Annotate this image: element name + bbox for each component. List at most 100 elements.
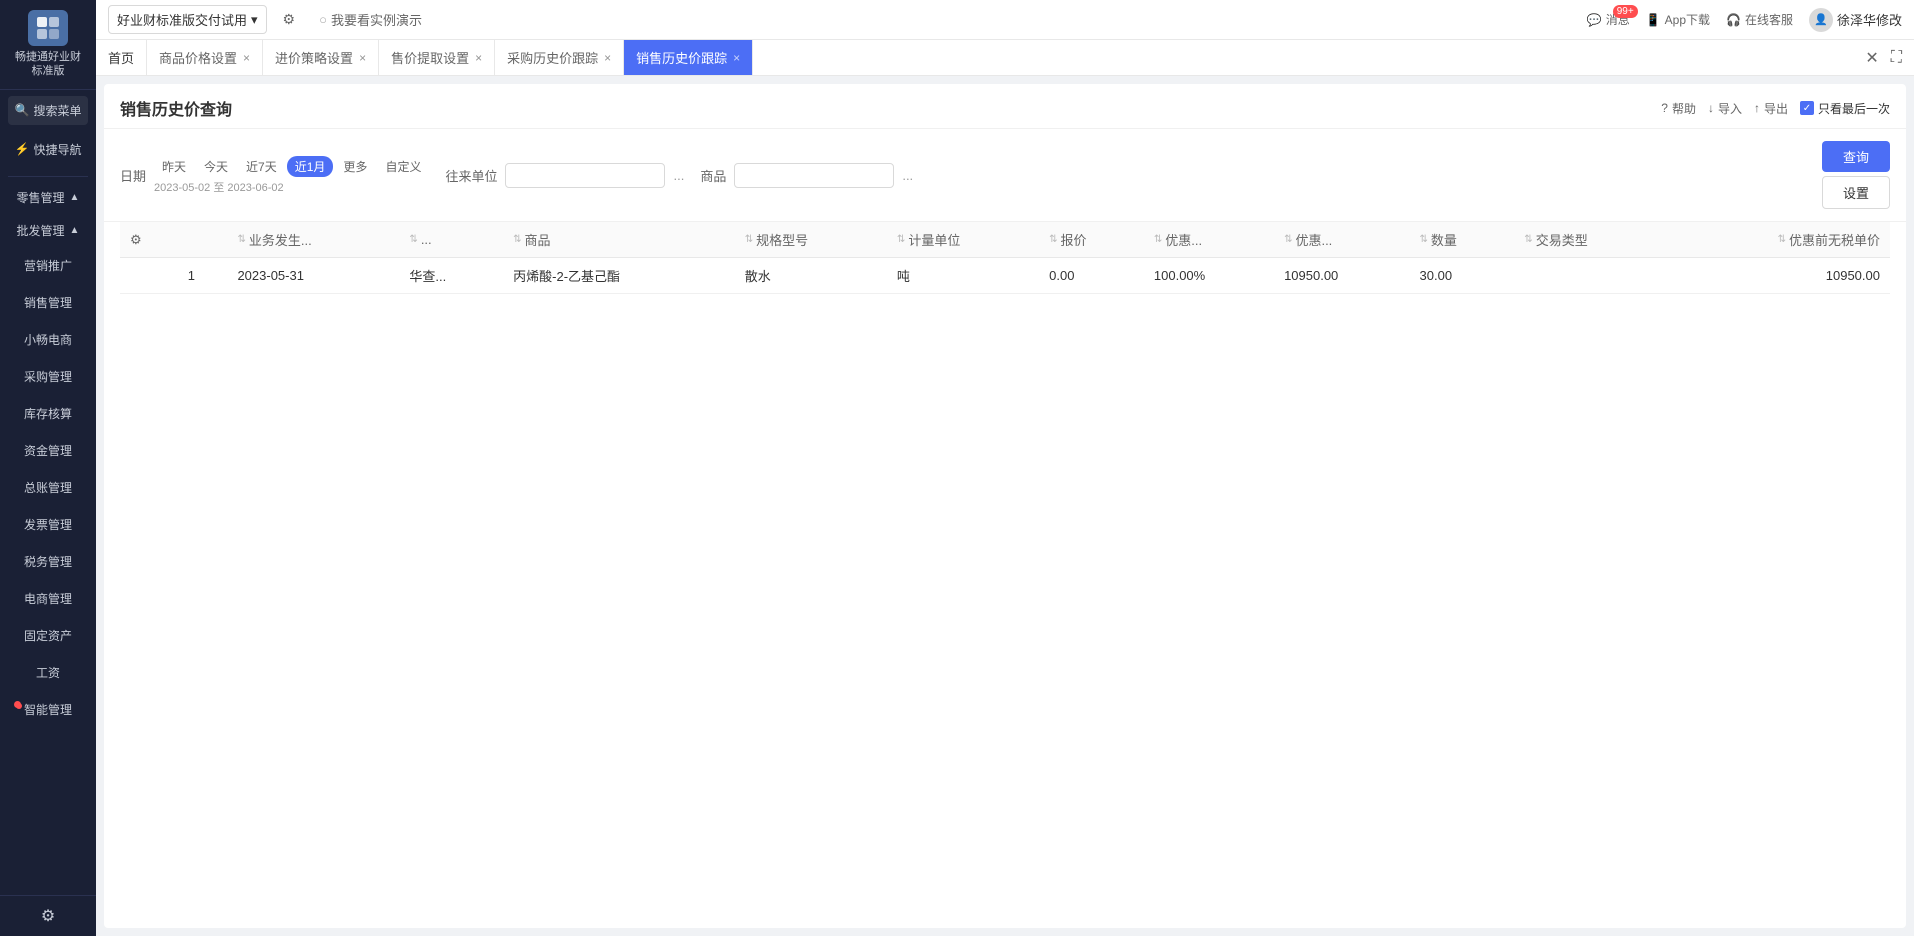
th-business-date[interactable]: ⇅ 业务发生... (227, 222, 399, 258)
sidebar-gear-button[interactable]: ⚙ (0, 896, 96, 936)
sidebar-item-payroll-label: 工资 (36, 664, 60, 681)
th-transaction-type[interactable]: ⇅ 交易类型 (1514, 222, 1666, 258)
sidebar-item-invoice[interactable]: 发票管理 (0, 506, 96, 543)
import-link[interactable]: ↓ 导入 (1708, 100, 1742, 117)
tab-sales-history-close[interactable]: × (733, 51, 740, 65)
tab-purchase-strategy-close[interactable]: × (359, 51, 366, 65)
sidebar-items-container: 零售管理 ▲ 批发管理 ▲ 营销推广 销售管理 小畅电商 采购管理 库存核算 资… (0, 181, 96, 895)
supplier-input[interactable] (505, 163, 665, 188)
sort-icon-price: ⇅ (1049, 234, 1057, 245)
sidebar-item-ecommerce-small[interactable]: 小畅电商 (0, 321, 96, 358)
filter-action-buttons: 查询 设置 (1822, 141, 1890, 209)
sidebar-item-smart[interactable]: 智能管理 (0, 691, 96, 728)
sidebar-item-marketing[interactable]: 营销推广 (0, 247, 96, 284)
sidebar-item-tax[interactable]: 税务管理 (0, 543, 96, 580)
help-link[interactable]: ? 帮助 (1661, 100, 1696, 117)
table-header: ⚙ ⇅ 业务发生... ⇅ ... (120, 222, 1890, 258)
th-col3[interactable]: ⇅ ... (399, 222, 503, 258)
wholesale-expand-icon: ▲ (70, 225, 80, 236)
th-gear[interactable]: ⚙ (120, 222, 178, 258)
tab-purchase-history[interactable]: 采购历史价跟踪 × (495, 40, 624, 76)
sidebar-item-payroll[interactable]: 工资 (0, 654, 96, 691)
sort-icon-product: ⇅ (513, 234, 521, 245)
sidebar-logo[interactable]: 畅捷通好业财 标准版 (0, 0, 96, 90)
th-spec[interactable]: ⇅ 规格型号 (735, 222, 887, 258)
retail-expand-icon: ▲ (70, 192, 80, 203)
search-menu-button[interactable]: 🔍 搜索菜单 (8, 96, 88, 125)
date-btn-custom[interactable]: 自定义 (377, 156, 429, 177)
tab-purchase-strategy[interactable]: 进价策略设置 × (263, 40, 379, 76)
topbar-demo-button[interactable]: ○ 我要看实例演示 (319, 10, 422, 29)
page-actions: ? 帮助 ↓ 导入 ↑ 导出 ✓ 只看最后一次 (1661, 100, 1890, 117)
user-avatar: 👤 (1809, 8, 1833, 32)
quick-nav-button[interactable]: ⚡ 快捷导航 (8, 133, 88, 166)
td-pretax-price: 10950.00 (1667, 258, 1891, 294)
td-price: 0.00 (1039, 258, 1144, 294)
sidebar-search-section: 🔍 搜索菜单 (0, 90, 96, 131)
date-btn-more[interactable]: 更多 (335, 156, 375, 177)
topbar-version-dropdown[interactable]: 好业财标准版交付试用 ▾ (108, 5, 267, 34)
sidebar-item-inventory[interactable]: 库存核算 (0, 395, 96, 432)
sidebar-item-general-ledger[interactable]: 总账管理 (0, 469, 96, 506)
sidebar-item-smart-label: 智能管理 (24, 701, 72, 718)
sidebar-item-sales[interactable]: 销售管理 (0, 284, 96, 321)
th-col3-label: ... (421, 232, 432, 247)
sidebar-item-finance[interactable]: 资金管理 (0, 432, 96, 469)
tab-price-settings-close[interactable]: × (243, 51, 250, 65)
checkbox-icon: ✓ (1800, 101, 1814, 115)
tab-price-extract[interactable]: 售价提取设置 × (379, 40, 495, 76)
sidebar-item-purchase-label: 采购管理 (24, 368, 72, 385)
sort-icon-quantity: ⇅ (1420, 234, 1428, 245)
sidebar-item-fixed-assets[interactable]: 固定资产 (0, 617, 96, 654)
tab-close-window-button[interactable]: ✕ (1861, 46, 1882, 70)
date-filter-label: 日期 (120, 166, 146, 185)
tab-purchase-history-close[interactable]: × (604, 51, 611, 65)
tab-sales-history[interactable]: 销售历史价跟踪 × (624, 40, 753, 76)
th-discount-rate[interactable]: ⇅ 优惠... (1144, 222, 1274, 258)
sidebar-item-retail[interactable]: 零售管理 ▲ (0, 181, 96, 214)
username-label: 徐泽华修改 (1837, 10, 1902, 29)
th-spec-label: 规格型号 (756, 230, 808, 249)
th-product[interactable]: ⇅ 商品 (503, 222, 735, 258)
product-dots-button[interactable]: ... (902, 168, 913, 183)
th-pretax-price[interactable]: ⇅ 优惠前无税单价 (1667, 222, 1891, 258)
sidebar-item-ecommerce[interactable]: 电商管理 (0, 580, 96, 617)
query-button[interactable]: 查询 (1822, 141, 1890, 172)
logo-icon (28, 10, 68, 46)
page-content: 销售历史价查询 ? 帮助 ↓ 导入 ↑ 导出 ✓ 只 (104, 84, 1906, 928)
tab-home[interactable]: 首页 (96, 40, 147, 76)
date-btn-last1month[interactable]: 近1月 (287, 156, 334, 177)
th-product-label: 商品 (525, 230, 551, 249)
supplier-dots-button[interactable]: ... (673, 168, 684, 183)
user-profile-button[interactable]: 👤 徐泽华修改 (1809, 8, 1902, 32)
date-btn-yesterday[interactable]: 昨天 (154, 156, 194, 177)
topbar-gear-button[interactable]: ⚙ (275, 7, 304, 32)
tab-price-settings[interactable]: 商品价格设置 × (147, 40, 263, 76)
th-transaction-type-label: 交易类型 (1536, 230, 1588, 249)
product-input[interactable] (734, 163, 894, 188)
sidebar-item-purchase[interactable]: 采购管理 (0, 358, 96, 395)
td-row-checkbox[interactable] (120, 258, 178, 294)
tab-expand-button[interactable]: ⛶ (1887, 47, 1906, 69)
topbar-dropdown-arrow: ▾ (251, 12, 258, 28)
sidebar-item-wholesale[interactable]: 批发管理 ▲ (0, 214, 96, 247)
tab-price-extract-close[interactable]: × (475, 51, 482, 65)
th-pretax-price-label: 优惠前无税单价 (1789, 230, 1880, 249)
th-discount-amount[interactable]: ⇅ 优惠... (1274, 222, 1409, 258)
th-quantity[interactable]: ⇅ 数量 (1410, 222, 1515, 258)
message-button[interactable]: 💬 消息 99+ (1587, 11, 1630, 28)
online-service-button[interactable]: 🎧 在线客服 (1726, 11, 1793, 28)
only-last-checkbox[interactable]: ✓ 只看最后一次 (1800, 100, 1890, 117)
date-btn-last7[interactable]: 近7天 (238, 156, 285, 177)
supplier-filter-group: 往来单位 ... (445, 163, 684, 188)
app-download-button[interactable]: 📱 App下载 (1646, 11, 1710, 28)
export-link[interactable]: ↑ 导出 (1754, 100, 1788, 117)
date-btn-today[interactable]: 今天 (196, 156, 236, 177)
th-index (178, 222, 228, 258)
th-price[interactable]: ⇅ 报价 (1039, 222, 1144, 258)
th-quantity-label: 数量 (1431, 230, 1457, 249)
filter-settings-button[interactable]: 设置 (1822, 176, 1890, 209)
topbar-demo-label: 我要看实例演示 (331, 10, 422, 29)
page-title: 销售历史价查询 (120, 96, 232, 120)
th-unit[interactable]: ⇅ 计量单位 (887, 222, 1039, 258)
